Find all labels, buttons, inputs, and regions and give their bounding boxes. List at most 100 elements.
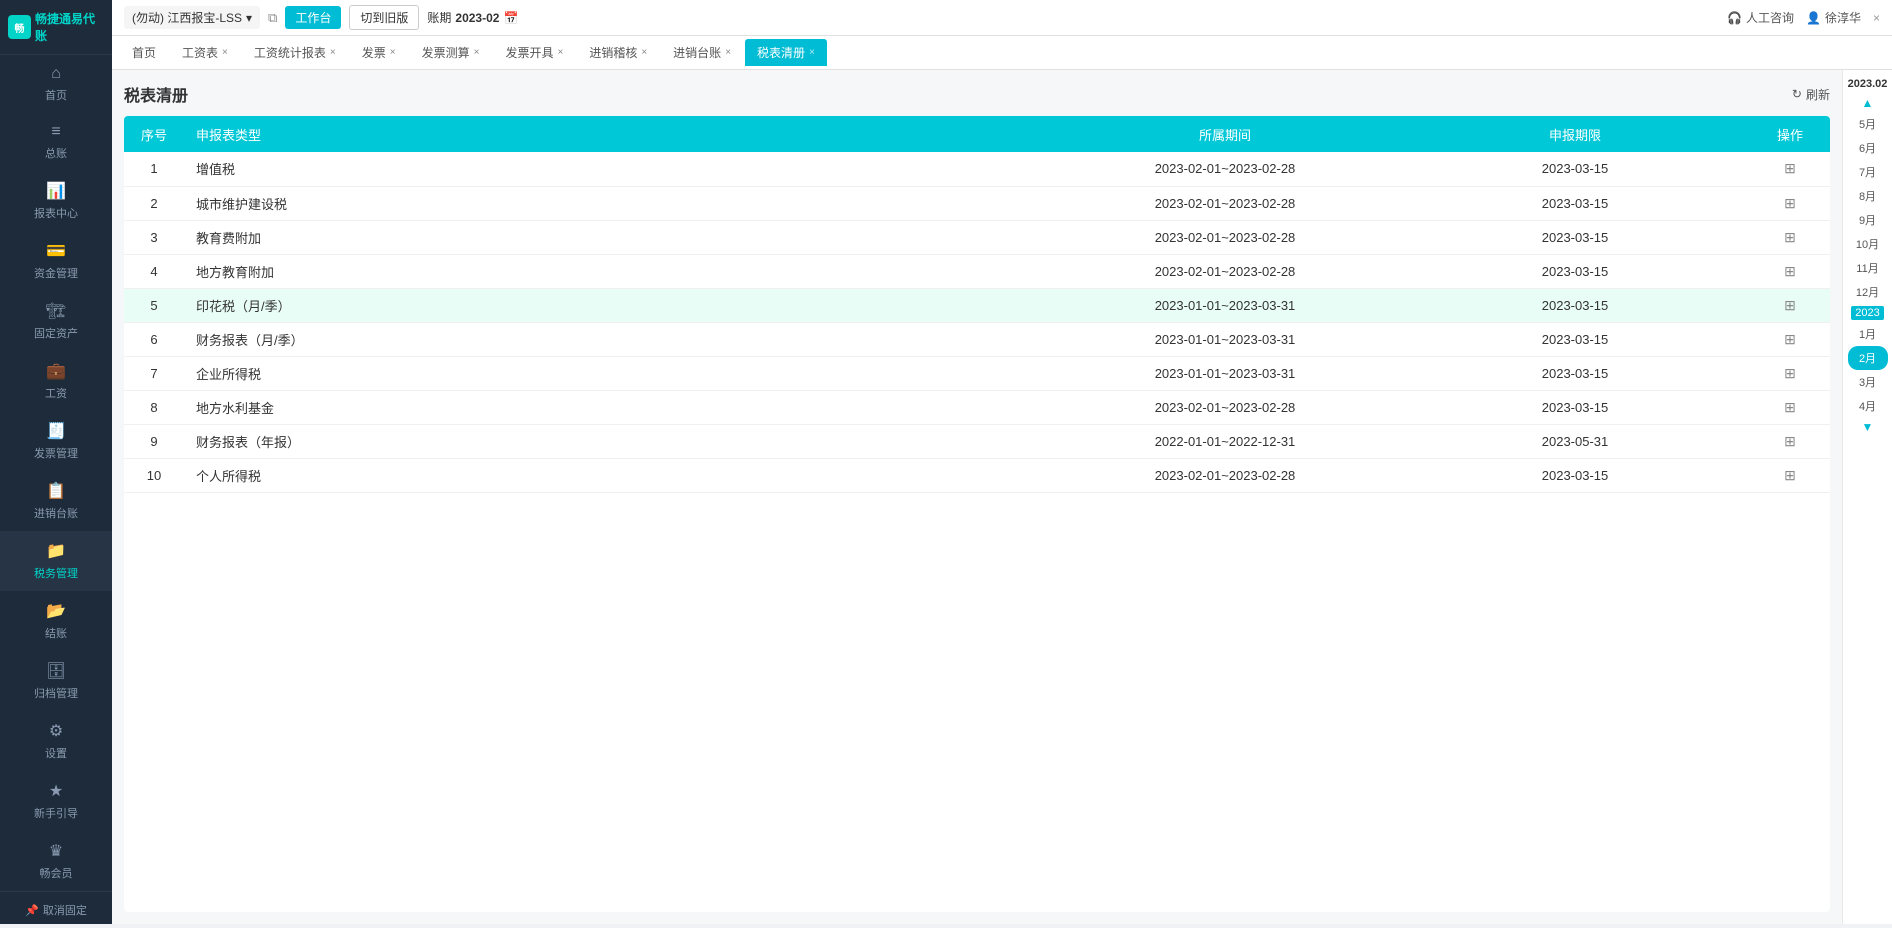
- month-item-9[interactable]: 9月: [1848, 208, 1888, 232]
- cell-period-2: 2023-02-01~2023-02-28: [1050, 220, 1400, 254]
- action-icon-4[interactable]: ⊞: [1784, 297, 1796, 313]
- tab-salary-close[interactable]: ×: [222, 47, 228, 58]
- sidebar-item-settings[interactable]: ⚙ 设置: [0, 711, 112, 771]
- cell-period-6: 2023-01-01~2023-03-31: [1050, 356, 1400, 390]
- month-item-11[interactable]: 11月: [1848, 256, 1888, 280]
- period-value: 2023-02: [455, 11, 499, 25]
- cell-type-8: 财务报表（年报）: [184, 424, 1050, 458]
- topbar-right: 🎧 人工咨询 👤 徐淳华 ×: [1727, 9, 1880, 26]
- sidebar-item-fixed[interactable]: 🏗 固定资产: [0, 291, 112, 351]
- tax-icon: 📁: [46, 541, 66, 561]
- action-icon-1[interactable]: ⊞: [1784, 195, 1796, 211]
- tab-salary[interactable]: 工资表 ×: [170, 39, 240, 66]
- right-panel: 2023.02 ▲ 5月 6月 7月 8月 9月 10月 11月 12月 202…: [1842, 70, 1892, 924]
- month-item-3[interactable]: 3月: [1848, 370, 1888, 394]
- month-item-8[interactable]: 8月: [1848, 184, 1888, 208]
- tab-salary-report-close[interactable]: ×: [330, 47, 336, 58]
- company-selector[interactable]: (勿动) 江西报宝-LSS ▾: [124, 6, 260, 29]
- action-icon-2[interactable]: ⊞: [1784, 229, 1796, 245]
- close-books-icon: 📂: [46, 601, 66, 621]
- action-icon-5[interactable]: ⊞: [1784, 331, 1796, 347]
- month-item-4[interactable]: 4月: [1848, 394, 1888, 418]
- window-close-button[interactable]: ×: [1873, 11, 1880, 25]
- tab-tax-clear-label: 税表清册: [757, 44, 805, 61]
- tab-salary-report-label: 工资统计报表: [254, 44, 326, 61]
- sidebar-item-member[interactable]: ♛ 畅会员: [0, 831, 112, 891]
- copy-icon[interactable]: ⧉: [268, 10, 277, 26]
- cell-seq-9: 10: [124, 458, 184, 492]
- cell-action-5: ⊞: [1750, 322, 1830, 356]
- sidebar-item-purchase[interactable]: 📋 进销台账: [0, 471, 112, 531]
- headset-icon: 🎧: [1727, 11, 1742, 25]
- month-item-1[interactable]: 1月: [1848, 322, 1888, 346]
- action-icon-8[interactable]: ⊞: [1784, 433, 1796, 449]
- user-avatar-icon: 👤: [1806, 11, 1821, 25]
- table-row: 2 城市维护建设税 2023-02-01~2023-02-28 2023-03-…: [124, 186, 1830, 220]
- sidebar-item-ledger[interactable]: ≡ 总账: [0, 113, 112, 171]
- sidebar-item-label: 结账: [45, 625, 67, 641]
- action-icon-9[interactable]: ⊞: [1784, 467, 1796, 483]
- tab-invoice-calc[interactable]: 发票测算 ×: [410, 39, 492, 66]
- old-version-button[interactable]: 切到旧版: [349, 5, 419, 30]
- sidebar-item-report[interactable]: 📊 报表中心: [0, 171, 112, 231]
- user-profile-btn[interactable]: 👤 徐淳华: [1806, 9, 1861, 26]
- tab-invoice[interactable]: 发票 ×: [350, 39, 408, 66]
- tab-invoice-close[interactable]: ×: [390, 47, 396, 58]
- work-bench-button[interactable]: 工作台: [285, 6, 341, 29]
- col-period-header: 所属期间: [1050, 116, 1400, 152]
- sidebar-item-salary[interactable]: 💼 工资: [0, 351, 112, 411]
- sidebar-item-fund[interactable]: 💳 资金管理: [0, 231, 112, 291]
- cell-seq-7: 8: [124, 390, 184, 424]
- sidebar-item-tax[interactable]: 📁 税务管理: [0, 531, 112, 591]
- table-row: 8 地方水利基金 2023-02-01~2023-02-28 2023-03-1…: [124, 390, 1830, 424]
- action-icon-7[interactable]: ⊞: [1784, 399, 1796, 415]
- month-item-12[interactable]: 12月: [1848, 280, 1888, 304]
- cell-type-4: 印花税（月/季）: [184, 288, 1050, 322]
- refresh-button[interactable]: ↻ 刷新: [1792, 86, 1830, 103]
- sidebar-item-archive[interactable]: 🗄 归档管理: [0, 651, 112, 711]
- table-row: 3 教育费附加 2023-02-01~2023-02-28 2023-03-15…: [124, 220, 1830, 254]
- page-header-right: ↻ 刷新: [1792, 86, 1830, 103]
- sidebar-item-label: 首页: [45, 87, 67, 103]
- month-item-6[interactable]: 6月: [1848, 136, 1888, 160]
- tab-home[interactable]: 首页: [120, 39, 168, 66]
- tab-tax-clear[interactable]: 税表清册 ×: [745, 39, 827, 66]
- cell-period-7: 2023-02-01~2023-02-28: [1050, 390, 1400, 424]
- sidebar-item-label: 归档管理: [34, 685, 78, 701]
- month-item-10[interactable]: 10月: [1848, 232, 1888, 256]
- month-nav-down-btn[interactable]: ▼: [1853, 418, 1883, 436]
- month-item-7[interactable]: 7月: [1848, 160, 1888, 184]
- table-header-row: 序号 申报表类型 所属期间 申报期限 操作: [124, 116, 1830, 152]
- cell-deadline-3: 2023-03-15: [1400, 254, 1750, 288]
- refresh-icon: ↻: [1792, 87, 1802, 101]
- guide-icon: ★: [49, 781, 63, 801]
- action-icon-0[interactable]: ⊞: [1784, 160, 1796, 176]
- month-item-5[interactable]: 5月: [1848, 112, 1888, 136]
- tab-salary-report[interactable]: 工资统计报表 ×: [242, 39, 348, 66]
- tab-purchase-ledger[interactable]: 进销台账 ×: [661, 39, 743, 66]
- sidebar-item-close[interactable]: 📂 结账: [0, 591, 112, 651]
- archive-icon: 🗄: [46, 661, 66, 681]
- tab-invoice-calc-close[interactable]: ×: [474, 47, 480, 58]
- topbar: (勿动) 江西报宝-LSS ▾ ⧉ 工作台 切到旧版 账期 2023-02 📅 …: [112, 0, 1892, 36]
- tab-invoice-open-close[interactable]: ×: [557, 47, 563, 58]
- sidebar-item-guide[interactable]: ★ 新手引导: [0, 771, 112, 831]
- calendar-icon[interactable]: 📅: [503, 11, 518, 25]
- month-item-2-active[interactable]: 2月: [1848, 346, 1888, 370]
- cell-deadline-5: 2023-03-15: [1400, 322, 1750, 356]
- action-icon-3[interactable]: ⊞: [1784, 263, 1796, 279]
- tab-purchase-check-close[interactable]: ×: [641, 47, 647, 58]
- tab-tax-clear-close[interactable]: ×: [809, 47, 815, 58]
- table-row: 5 印花税（月/季） 2023-01-01~2023-03-31 2023-03…: [124, 288, 1830, 322]
- month-nav-up-btn[interactable]: ▲: [1853, 94, 1883, 112]
- sidebar-item-home[interactable]: ⌂ 首页: [0, 55, 112, 113]
- cell-deadline-2: 2023-03-15: [1400, 220, 1750, 254]
- tab-purchase-check[interactable]: 进销稽核 ×: [577, 39, 659, 66]
- action-icon-6[interactable]: ⊞: [1784, 365, 1796, 381]
- cancel-fixed-btn[interactable]: 📌 取消固定: [0, 892, 112, 928]
- sidebar-item-invoice[interactable]: 🧾 发票管理: [0, 411, 112, 471]
- ai-consult-btn[interactable]: 🎧 人工咨询: [1727, 9, 1794, 26]
- col-action-header: 操作: [1750, 116, 1830, 152]
- tab-purchase-ledger-close[interactable]: ×: [725, 47, 731, 58]
- tab-invoice-open[interactable]: 发票开具 ×: [493, 39, 575, 66]
